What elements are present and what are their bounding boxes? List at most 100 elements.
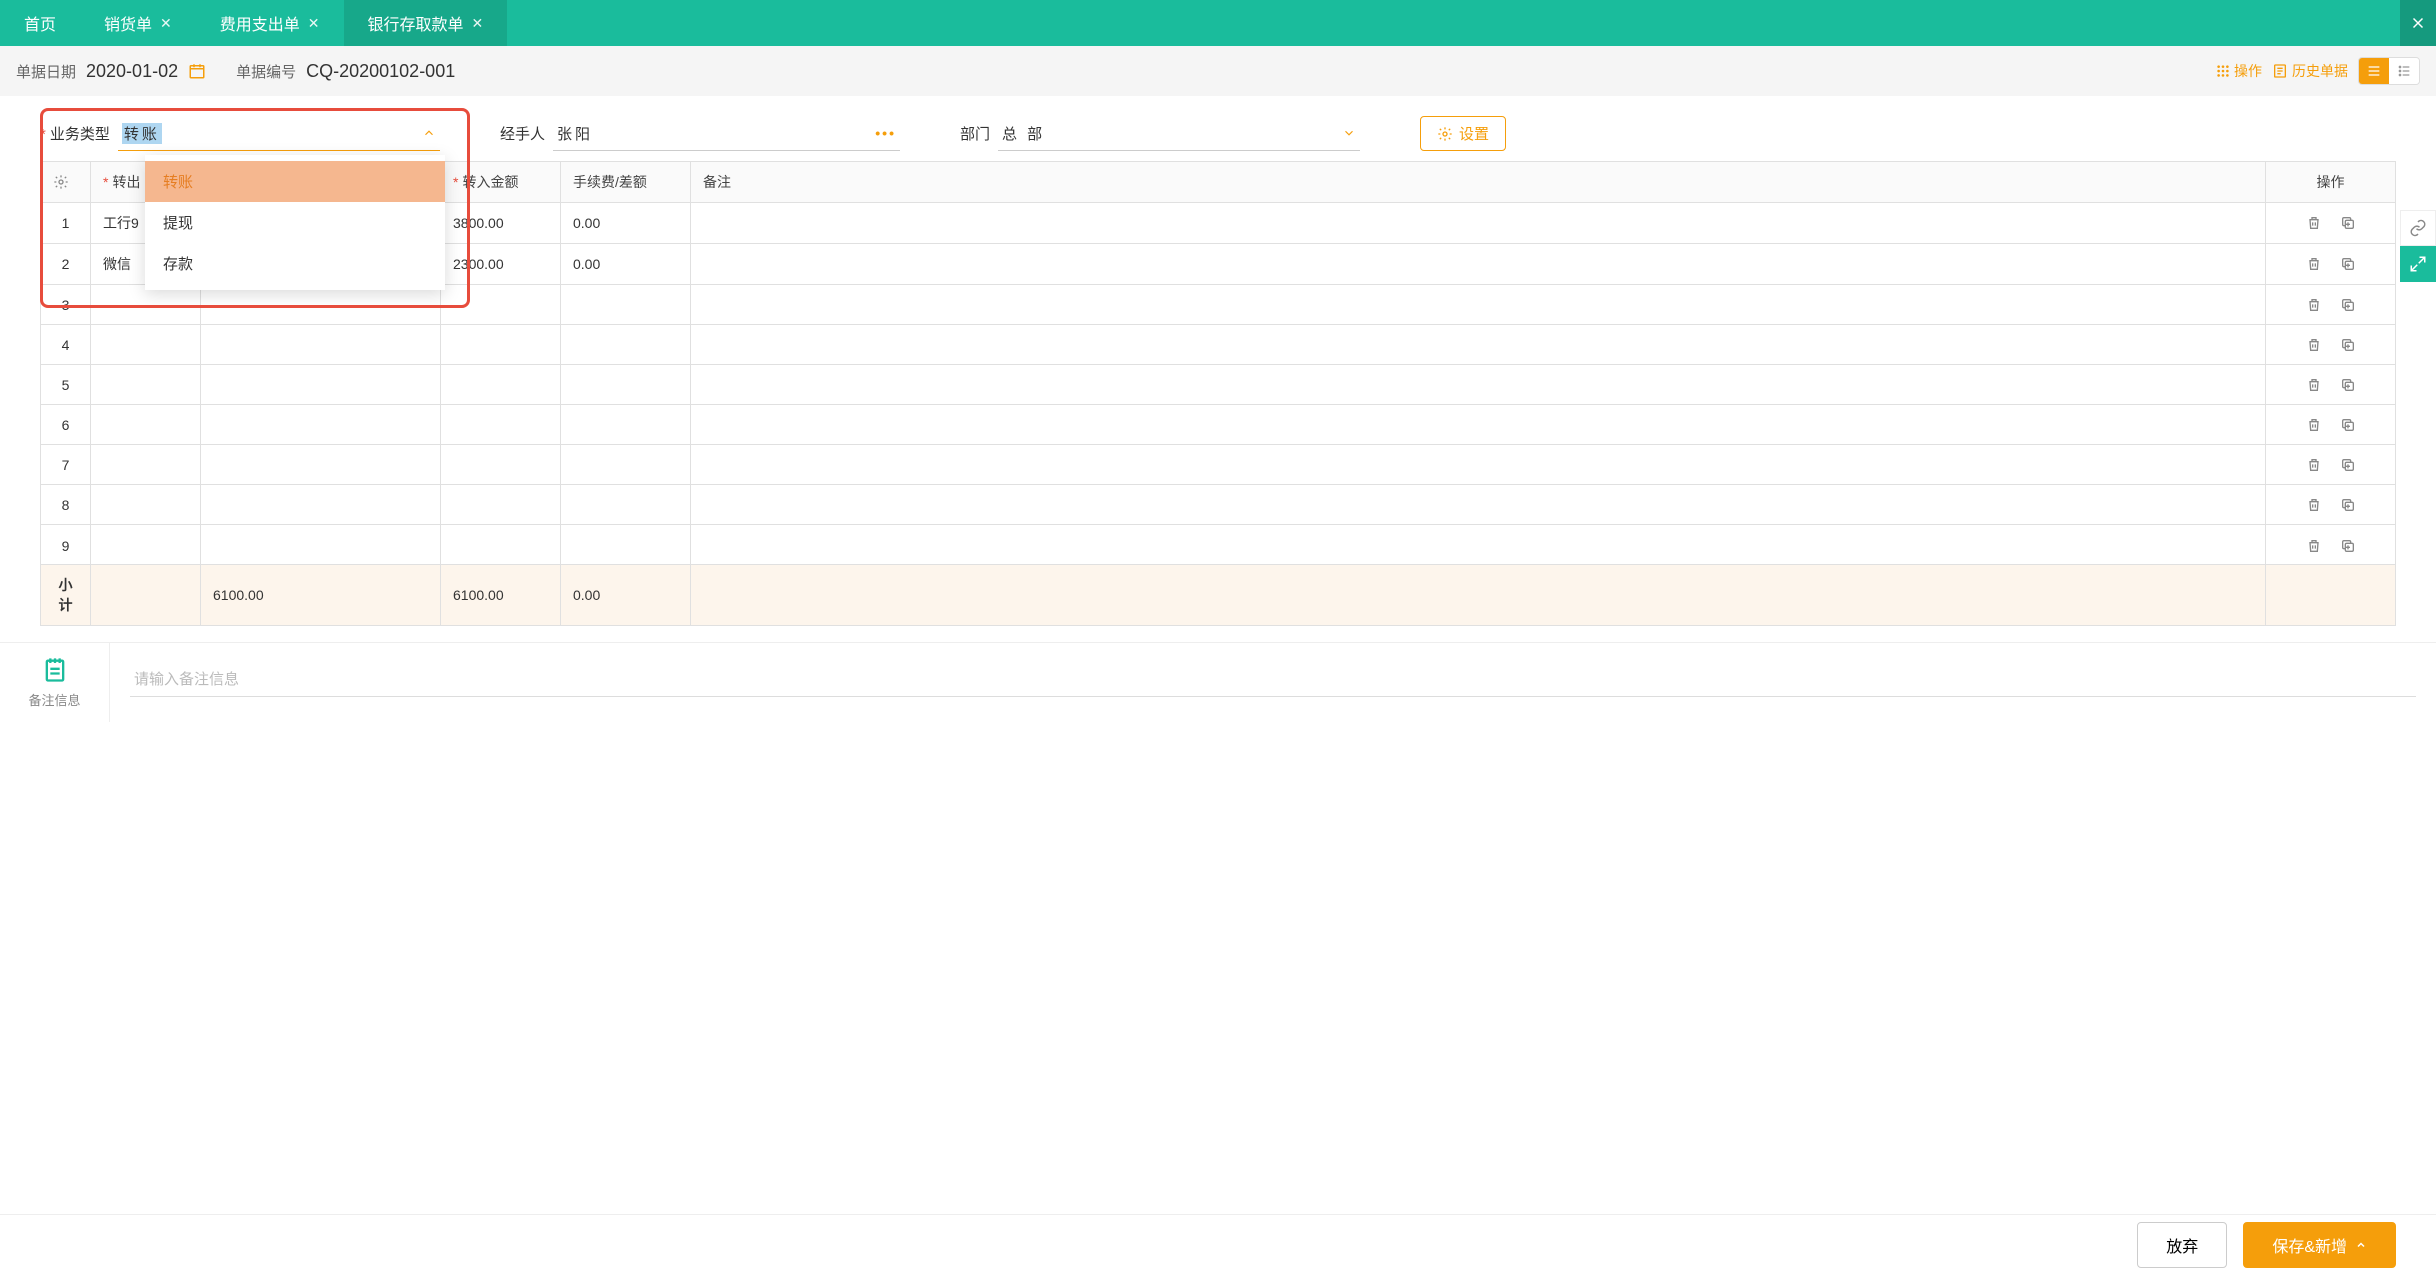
row-index: 7 [41,445,91,485]
cell-out[interactable] [91,445,201,485]
cell-in-amt[interactable]: 3800.00 [441,203,561,244]
save-button[interactable]: 保存&新增 [2243,1222,2396,1268]
tab-sales[interactable]: 销货单 ✕ [80,0,196,46]
cell-out[interactable] [91,405,201,445]
cell-fee[interactable] [561,285,691,325]
table-row[interactable]: 5 [41,365,2396,405]
close-icon[interactable]: ✕ [160,15,172,32]
copy-row-button[interactable] [2340,377,2356,393]
cell-out[interactable] [91,485,201,525]
row-index: 5 [41,365,91,405]
cell-remark[interactable] [691,325,2266,365]
note-icon [41,656,69,684]
link-button[interactable] [2400,210,2436,246]
delete-row-button[interactable] [2306,297,2322,313]
cell-in-acct[interactable] [201,405,441,445]
date-value[interactable]: 2020-01-02 [86,61,178,82]
cell-in-acct[interactable] [201,445,441,485]
tab-bank[interactable]: 银行存取款单 ✕ [344,0,508,46]
gear-header[interactable] [41,162,91,203]
calendar-icon[interactable] [188,62,206,80]
view-list-button[interactable] [2359,58,2389,84]
cell-in-amt[interactable] [441,325,561,365]
dropdown-item-deposit[interactable]: 存款 [145,243,445,284]
cell-in-acct[interactable] [201,365,441,405]
delete-row-button[interactable] [2306,215,2322,231]
cell-in-amt[interactable] [441,525,561,565]
cell-fee[interactable] [561,485,691,525]
cell-remark[interactable] [691,365,2266,405]
table-row[interactable]: 7 [41,445,2396,485]
cell-in-acct[interactable] [201,525,441,565]
delete-row-button[interactable] [2306,497,2322,513]
row-index: 8 [41,485,91,525]
table-row[interactable]: 8 [41,485,2396,525]
history-button[interactable]: 历史单据 [2272,61,2348,81]
settings-button[interactable]: 设置 [1420,116,1506,151]
cell-in-amt[interactable] [441,445,561,485]
copy-row-button[interactable] [2340,417,2356,433]
cell-remark[interactable] [691,244,2266,285]
view-grid-button[interactable] [2389,58,2419,84]
tab-expense[interactable]: 费用支出单 ✕ [196,0,344,46]
copy-row-button[interactable] [2340,337,2356,353]
cell-fee[interactable] [561,525,691,565]
biz-type-label: *业务类型 [40,123,110,144]
cell-fee[interactable] [561,325,691,365]
dropdown-item-transfer[interactable]: 转账 [145,161,445,202]
copy-row-button[interactable] [2340,538,2356,554]
cell-remark[interactable] [691,485,2266,525]
handler-select[interactable]: 张阳 ••• [553,117,900,151]
delete-row-button[interactable] [2306,256,2322,272]
cell-fee[interactable]: 0.00 [561,244,691,285]
delete-row-button[interactable] [2306,417,2322,433]
copy-row-button[interactable] [2340,256,2356,272]
table-row[interactable]: 6 [41,405,2396,445]
expand-button[interactable] [2400,246,2436,282]
cell-out[interactable] [91,365,201,405]
table-row[interactable]: 9 [41,525,2396,565]
ops-button[interactable]: 操作 [2216,61,2262,81]
cell-fee[interactable]: 0.00 [561,203,691,244]
copy-row-button[interactable] [2340,457,2356,473]
cell-out[interactable] [91,285,201,325]
discard-button[interactable]: 放弃 [2137,1222,2227,1268]
cell-fee[interactable] [561,405,691,445]
cell-in-amt[interactable] [441,365,561,405]
cell-in-acct[interactable] [201,285,441,325]
copy-row-button[interactable] [2340,215,2356,231]
cell-remark[interactable] [691,525,2266,565]
cell-out[interactable] [91,525,201,565]
cell-in-amt[interactable]: 2300.00 [441,244,561,285]
dept-select[interactable]: 总 部 [998,117,1360,151]
close-icon[interactable]: ✕ [472,15,484,32]
delete-row-button[interactable] [2306,457,2322,473]
cell-out[interactable] [91,325,201,365]
cell-in-acct[interactable] [201,325,441,365]
cell-in-acct[interactable] [201,485,441,525]
close-all-button[interactable] [2400,0,2436,46]
biz-type-select[interactable]: 转账 [118,117,440,151]
table-row[interactable]: 4 [41,325,2396,365]
cell-remark[interactable] [691,445,2266,485]
delete-row-button[interactable] [2306,337,2322,353]
copy-row-button[interactable] [2340,297,2356,313]
tab-expense-label: 费用支出单 [220,11,300,35]
dropdown-item-withdraw[interactable]: 提现 [145,202,445,243]
cell-in-amt[interactable] [441,485,561,525]
cell-in-amt[interactable] [441,285,561,325]
cell-fee[interactable] [561,365,691,405]
delete-row-button[interactable] [2306,538,2322,554]
cell-remark[interactable] [691,203,2266,244]
cell-fee[interactable] [561,445,691,485]
cell-remark[interactable] [691,285,2266,325]
docno-value: CQ-20200102-001 [306,61,455,82]
close-icon[interactable]: ✕ [308,15,320,32]
copy-row-button[interactable] [2340,497,2356,513]
cell-remark[interactable] [691,405,2266,445]
remark-input[interactable] [130,663,2416,697]
delete-row-button[interactable] [2306,377,2322,393]
cell-in-amt[interactable] [441,405,561,445]
tab-home[interactable]: 首页 [0,0,80,46]
table-row[interactable]: 3 [41,285,2396,325]
